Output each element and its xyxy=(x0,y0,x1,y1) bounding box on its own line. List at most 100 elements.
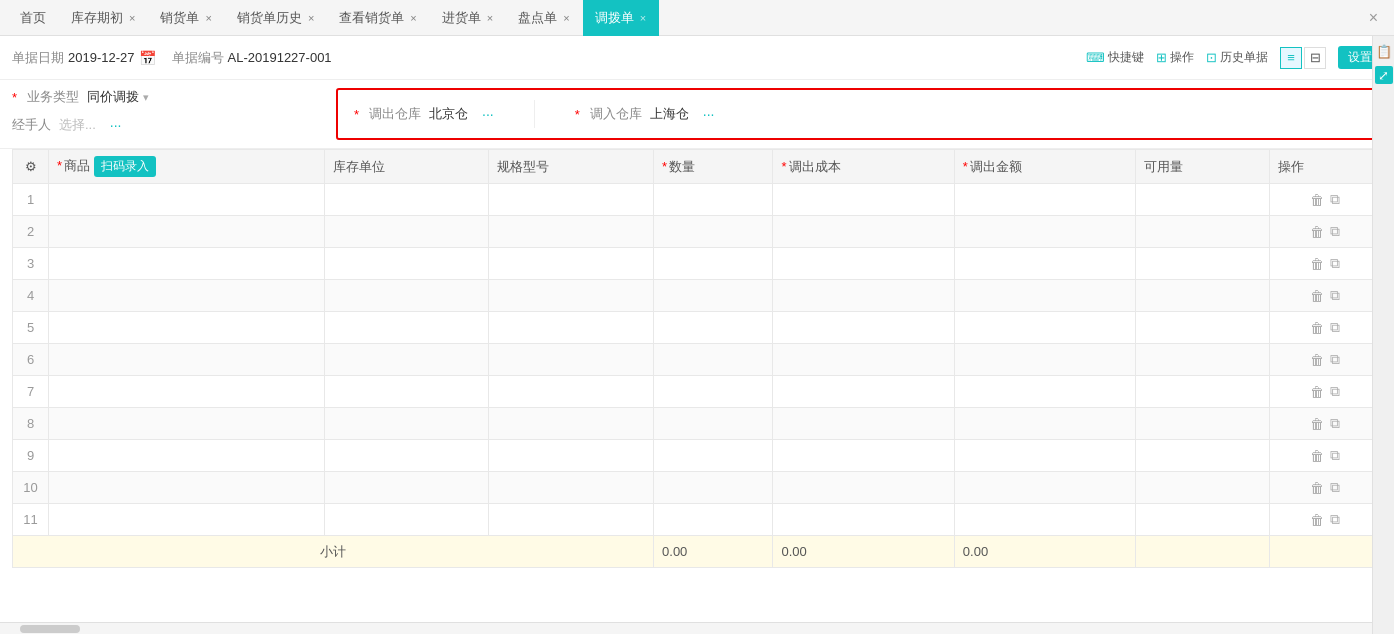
row-unit[interactable] xyxy=(324,408,489,440)
row-quantity[interactable] xyxy=(654,280,773,312)
row-cost[interactable] xyxy=(773,504,954,536)
row-unit[interactable] xyxy=(324,376,489,408)
copy-icon[interactable]: ⧉ xyxy=(1330,255,1340,272)
copy-icon[interactable]: ⧉ xyxy=(1330,383,1340,400)
delete-icon[interactable]: 🗑 xyxy=(1310,448,1324,464)
row-available[interactable] xyxy=(1136,216,1270,248)
in-warehouse-more-icon[interactable]: ··· xyxy=(703,106,715,122)
row-product[interactable] xyxy=(49,184,325,216)
row-spec[interactable] xyxy=(489,472,654,504)
row-unit[interactable] xyxy=(324,216,489,248)
copy-icon[interactable]: ⧉ xyxy=(1330,287,1340,304)
row-quantity[interactable] xyxy=(654,216,773,248)
handler-more-icon[interactable]: ··· xyxy=(110,117,122,133)
row-spec[interactable] xyxy=(489,344,654,376)
row-quantity[interactable] xyxy=(654,440,773,472)
row-quantity[interactable] xyxy=(654,408,773,440)
tab-close-sales-order[interactable]: × xyxy=(205,12,211,24)
row-product[interactable] xyxy=(49,504,325,536)
row-available[interactable] xyxy=(1136,440,1270,472)
row-available[interactable] xyxy=(1136,248,1270,280)
row-spec[interactable] xyxy=(489,280,654,312)
row-available[interactable] xyxy=(1136,408,1270,440)
row-available[interactable] xyxy=(1136,472,1270,504)
row-quantity[interactable] xyxy=(654,248,773,280)
delete-icon[interactable]: 🗑 xyxy=(1310,288,1324,304)
row-available[interactable] xyxy=(1136,312,1270,344)
row-amount[interactable] xyxy=(954,376,1135,408)
tab-stock-init[interactable]: 库存期初× xyxy=(59,0,148,36)
delete-icon[interactable]: 🗑 xyxy=(1310,224,1324,240)
delete-icon[interactable]: 🗑 xyxy=(1310,384,1324,400)
row-unit[interactable] xyxy=(324,504,489,536)
row-available[interactable] xyxy=(1136,376,1270,408)
copy-icon[interactable]: ⧉ xyxy=(1330,191,1340,208)
handler-input[interactable]: 选择... xyxy=(59,116,96,134)
gear-header[interactable]: ⚙ xyxy=(13,150,49,184)
copy-icon[interactable]: ⧉ xyxy=(1330,415,1340,432)
row-cost[interactable] xyxy=(773,376,954,408)
tab-sales-history[interactable]: 销货单历史× xyxy=(225,0,327,36)
row-amount[interactable] xyxy=(954,312,1135,344)
row-unit[interactable] xyxy=(324,344,489,376)
tab-close-purchase[interactable]: × xyxy=(487,12,493,24)
tab-close-inventory[interactable]: × xyxy=(563,12,569,24)
row-cost[interactable] xyxy=(773,440,954,472)
row-cost[interactable] xyxy=(773,408,954,440)
row-unit[interactable] xyxy=(324,312,489,344)
copy-icon[interactable]: ⧉ xyxy=(1330,351,1340,368)
copy-icon[interactable]: ⧉ xyxy=(1330,223,1340,240)
delete-icon[interactable]: 🗑 xyxy=(1310,256,1324,272)
row-amount[interactable] xyxy=(954,280,1135,312)
row-cost[interactable] xyxy=(773,248,954,280)
row-amount[interactable] xyxy=(954,504,1135,536)
row-available[interactable] xyxy=(1136,504,1270,536)
tab-inventory[interactable]: 盘点单× xyxy=(506,0,582,36)
delete-icon[interactable]: 🗑 xyxy=(1310,320,1324,336)
delete-icon[interactable]: 🗑 xyxy=(1310,512,1324,528)
operations-button[interactable]: ⊞ 操作 xyxy=(1156,49,1194,66)
row-cost[interactable] xyxy=(773,280,954,312)
tab-view-sales[interactable]: 查看销货单× xyxy=(327,0,429,36)
copy-icon[interactable]: ⧉ xyxy=(1330,447,1340,464)
copy-icon[interactable]: ⧉ xyxy=(1330,479,1340,496)
delete-icon[interactable]: 🗑 xyxy=(1310,192,1324,208)
delete-icon[interactable]: 🗑 xyxy=(1310,352,1324,368)
row-spec[interactable] xyxy=(489,184,654,216)
row-quantity[interactable] xyxy=(654,184,773,216)
row-product[interactable] xyxy=(49,376,325,408)
row-product[interactable] xyxy=(49,280,325,312)
tab-close-stock-init[interactable]: × xyxy=(129,12,135,24)
row-product[interactable] xyxy=(49,216,325,248)
row-available[interactable] xyxy=(1136,344,1270,376)
copy-icon[interactable]: ⧉ xyxy=(1330,511,1340,528)
row-cost[interactable] xyxy=(773,472,954,504)
copy-icon[interactable]: ⧉ xyxy=(1330,319,1340,336)
row-spec[interactable] xyxy=(489,312,654,344)
row-spec[interactable] xyxy=(489,440,654,472)
tab-close-transfer[interactable]: × xyxy=(640,12,646,24)
scan-button[interactable]: 扫码录入 xyxy=(94,156,156,177)
row-spec[interactable] xyxy=(489,504,654,536)
row-product[interactable] xyxy=(49,248,325,280)
sidebar-doc-icon[interactable]: 📋 xyxy=(1375,42,1393,60)
delete-icon[interactable]: 🗑 xyxy=(1310,416,1324,432)
tab-close-sales-history[interactable]: × xyxy=(308,12,314,24)
layout-btn-grid[interactable]: ⊟ xyxy=(1304,47,1326,69)
tab-transfer[interactable]: 调拨单× xyxy=(583,0,659,36)
row-unit[interactable] xyxy=(324,184,489,216)
row-amount[interactable] xyxy=(954,344,1135,376)
row-quantity[interactable] xyxy=(654,504,773,536)
row-product[interactable] xyxy=(49,312,325,344)
row-unit[interactable] xyxy=(324,248,489,280)
row-spec[interactable] xyxy=(489,408,654,440)
row-product[interactable] xyxy=(49,408,325,440)
row-unit[interactable] xyxy=(324,440,489,472)
out-warehouse-more-icon[interactable]: ··· xyxy=(482,106,494,122)
row-available[interactable] xyxy=(1136,280,1270,312)
shortcuts-button[interactable]: ⌨ 快捷键 xyxy=(1086,49,1144,66)
delete-icon[interactable]: 🗑 xyxy=(1310,480,1324,496)
row-quantity[interactable] xyxy=(654,472,773,504)
row-quantity[interactable] xyxy=(654,344,773,376)
row-spec[interactable] xyxy=(489,376,654,408)
